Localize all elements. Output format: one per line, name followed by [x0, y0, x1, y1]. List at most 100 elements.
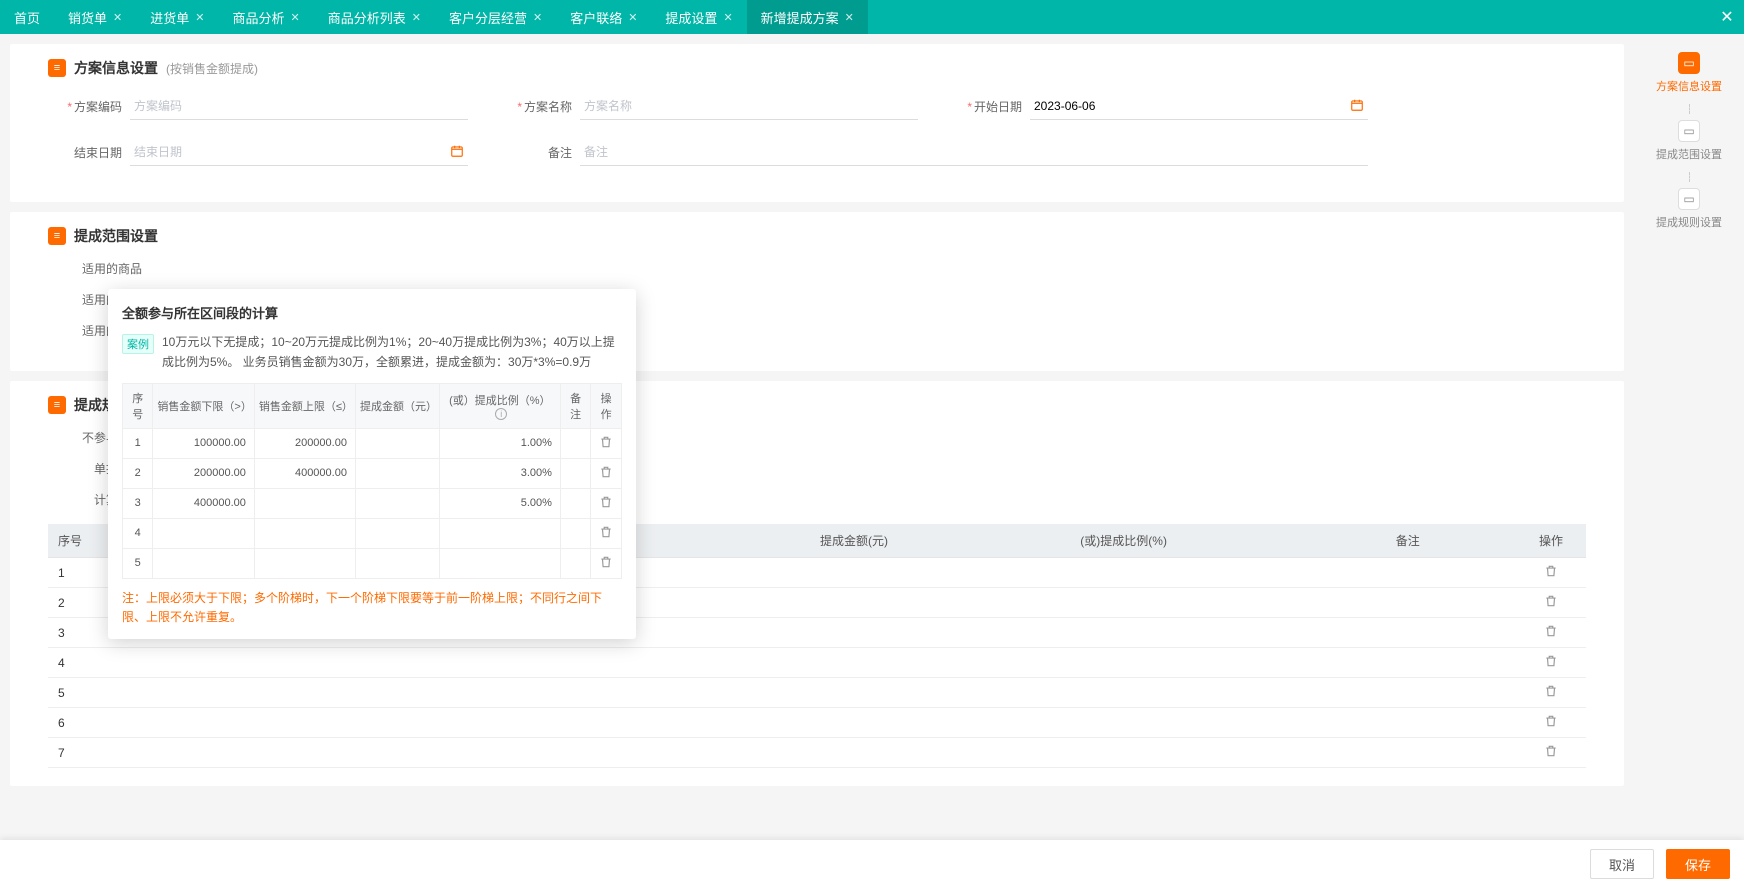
step-0[interactable]: ▭ 方案信息设置 [1638, 52, 1740, 94]
tab-3[interactable]: 商品分析 ✕ [218, 0, 313, 34]
trash-icon[interactable] [599, 525, 613, 539]
step-label: 提成规则设置 [1656, 214, 1722, 230]
rules-th: 操作 [1516, 524, 1586, 558]
close-icon[interactable]: ✕ [412, 11, 421, 24]
trash-icon[interactable] [599, 465, 613, 479]
rules-th: (或)提成比例(%) [1070, 524, 1385, 558]
trash-icon[interactable] [599, 555, 613, 569]
table-row: 7 [48, 738, 1586, 768]
pop-th: 销售金额下限（>） [153, 383, 254, 428]
scope-goods-label: 适用的商品 [48, 260, 148, 277]
tab-6[interactable]: 客户联络 ✕ [556, 0, 651, 34]
step-icon: ▭ [1678, 52, 1700, 74]
table-row: 5 [123, 548, 622, 578]
rules-th: 备注 [1386, 524, 1516, 558]
trash-icon[interactable] [1544, 654, 1558, 668]
tab-label: 销货单 [68, 8, 107, 27]
popover-table: 序号销售金额下限（>）销售金额上限（≤）提成金额（元）(或）提成比例（%）i备注… [122, 383, 622, 579]
tab-7[interactable]: 提成设置 ✕ [651, 0, 746, 34]
close-icon[interactable]: ✕ [291, 11, 300, 24]
close-icon[interactable]: ✕ [628, 11, 637, 24]
pop-th: 备注 [560, 383, 590, 428]
save-button[interactable]: 保存 [1666, 849, 1730, 879]
tab-label: 新增提成方案 [761, 8, 839, 27]
remark-input[interactable] [580, 138, 1368, 166]
steps-sidebar: ▭ 方案信息设置 ▭ 提成范围设置 ▭ 提成规则设置 [1634, 34, 1744, 864]
example-text: 10万元以下无提成；10~20万元提成比例为1%；20~40万提成比例为3%；4… [162, 332, 622, 373]
tab-label: 客户分层经营 [449, 8, 527, 27]
step-icon: ▭ [1678, 188, 1700, 210]
cancel-button[interactable]: 取消 [1590, 849, 1654, 879]
panel-plan-info-title: 方案信息设置 [74, 58, 158, 78]
panel-scope-header: ≡ 提成范围设置 [48, 226, 1586, 246]
step-label: 提成范围设置 [1656, 146, 1722, 162]
trash-icon[interactable] [599, 495, 613, 509]
example-tag: 案例 [122, 334, 154, 354]
name-label: 方案名称 [524, 100, 572, 114]
tab-0[interactable]: 首页 [0, 0, 54, 34]
pop-th: 序号 [123, 383, 153, 428]
tab-label: 提成设置 [665, 8, 717, 27]
footer-bar: 取消 保存 [0, 840, 1744, 888]
panel-icon: ≡ [48, 227, 66, 245]
start-date-label: 开始日期 [974, 100, 1022, 114]
step-label: 方案信息设置 [1656, 78, 1722, 94]
tab-bar: 首页销货单✕进货单✕商品分析✕商品分析列表✕客户分层经营✕客户联络✕提成设置✕新… [0, 0, 1744, 34]
table-row: 4 [48, 648, 1586, 678]
panel-icon: ≡ [48, 59, 66, 77]
calc-rule-popover: 全额参与所在区间段的计算 案例 10万元以下无提成；10~20万元提成比例为1%… [108, 289, 636, 639]
tab-5[interactable]: 客户分层经营 ✕ [435, 0, 556, 34]
main-wrapper: ≡ 方案信息设置 (按销售金额提成) *方案编码 *方案名称 *开始日期 [0, 34, 1744, 864]
table-row: 4 [123, 518, 622, 548]
panel-plan-info-header: ≡ 方案信息设置 (按销售金额提成) [48, 58, 1586, 78]
table-row: 3400000.005.00% [123, 488, 622, 518]
trash-icon[interactable] [1544, 714, 1558, 728]
trash-icon[interactable] [1544, 594, 1558, 608]
end-date-label: 结束日期 [74, 146, 122, 160]
step-1[interactable]: ▭ 提成范围设置 [1638, 120, 1740, 162]
tab-2[interactable]: 进货单 ✕ [136, 0, 218, 34]
name-input[interactable] [580, 92, 918, 120]
table-row: 6 [48, 708, 1586, 738]
close-icon[interactable]: ✕ [533, 11, 542, 24]
end-date-input[interactable] [130, 138, 468, 166]
panel-plan-info-sub: (按销售金额提成) [166, 60, 258, 77]
calendar-icon[interactable] [450, 144, 464, 158]
trash-icon[interactable] [1544, 744, 1558, 758]
close-icon[interactable]: ✕ [195, 11, 204, 24]
step-icon: ▭ [1678, 120, 1700, 142]
global-close-icon[interactable]: ✕ [1710, 0, 1744, 34]
tab-4[interactable]: 商品分析列表 ✕ [314, 0, 435, 34]
step-2[interactable]: ▭ 提成规则设置 [1638, 188, 1740, 230]
trash-icon[interactable] [599, 435, 613, 449]
tab-label: 首页 [14, 8, 40, 27]
info-icon: i [495, 408, 507, 420]
rules-th: 提成金额(元) [810, 524, 1070, 558]
panel-icon: ≡ [48, 396, 66, 414]
pop-th: 提成金额（元） [355, 383, 439, 428]
close-icon[interactable]: ✕ [113, 11, 122, 24]
tab-label: 进货单 [150, 8, 189, 27]
table-row: 1100000.00200000.001.00% [123, 428, 622, 458]
table-row: 5 [48, 678, 1586, 708]
tab-label: 商品分析 [232, 8, 284, 27]
pop-th: 操作 [591, 383, 622, 428]
remark-label: 备注 [548, 146, 572, 160]
panel-scope-title: 提成范围设置 [74, 226, 158, 246]
trash-icon[interactable] [1544, 684, 1558, 698]
close-icon[interactable]: ✕ [723, 11, 732, 24]
pop-th: 销售金额上限（≤） [254, 383, 355, 428]
trash-icon[interactable] [1544, 624, 1558, 638]
close-icon[interactable]: ✕ [845, 11, 854, 24]
tab-8[interactable]: 新增提成方案 ✕ [747, 0, 868, 34]
tab-label: 商品分析列表 [328, 8, 406, 27]
tab-1[interactable]: 销货单 ✕ [54, 0, 136, 34]
start-date-input[interactable] [1030, 92, 1368, 120]
code-input[interactable] [130, 92, 468, 120]
panel-plan-info: ≡ 方案信息设置 (按销售金额提成) *方案编码 *方案名称 *开始日期 [10, 44, 1624, 202]
tab-label: 客户联络 [570, 8, 622, 27]
popover-note: 注：上限必须大于下限；多个阶梯时，下一个阶梯下限要等于前一阶梯上限；不同行之间下… [122, 589, 622, 627]
calendar-icon[interactable] [1350, 98, 1364, 112]
pop-th: (或）提成比例（%）i [439, 383, 560, 428]
trash-icon[interactable] [1544, 564, 1558, 578]
